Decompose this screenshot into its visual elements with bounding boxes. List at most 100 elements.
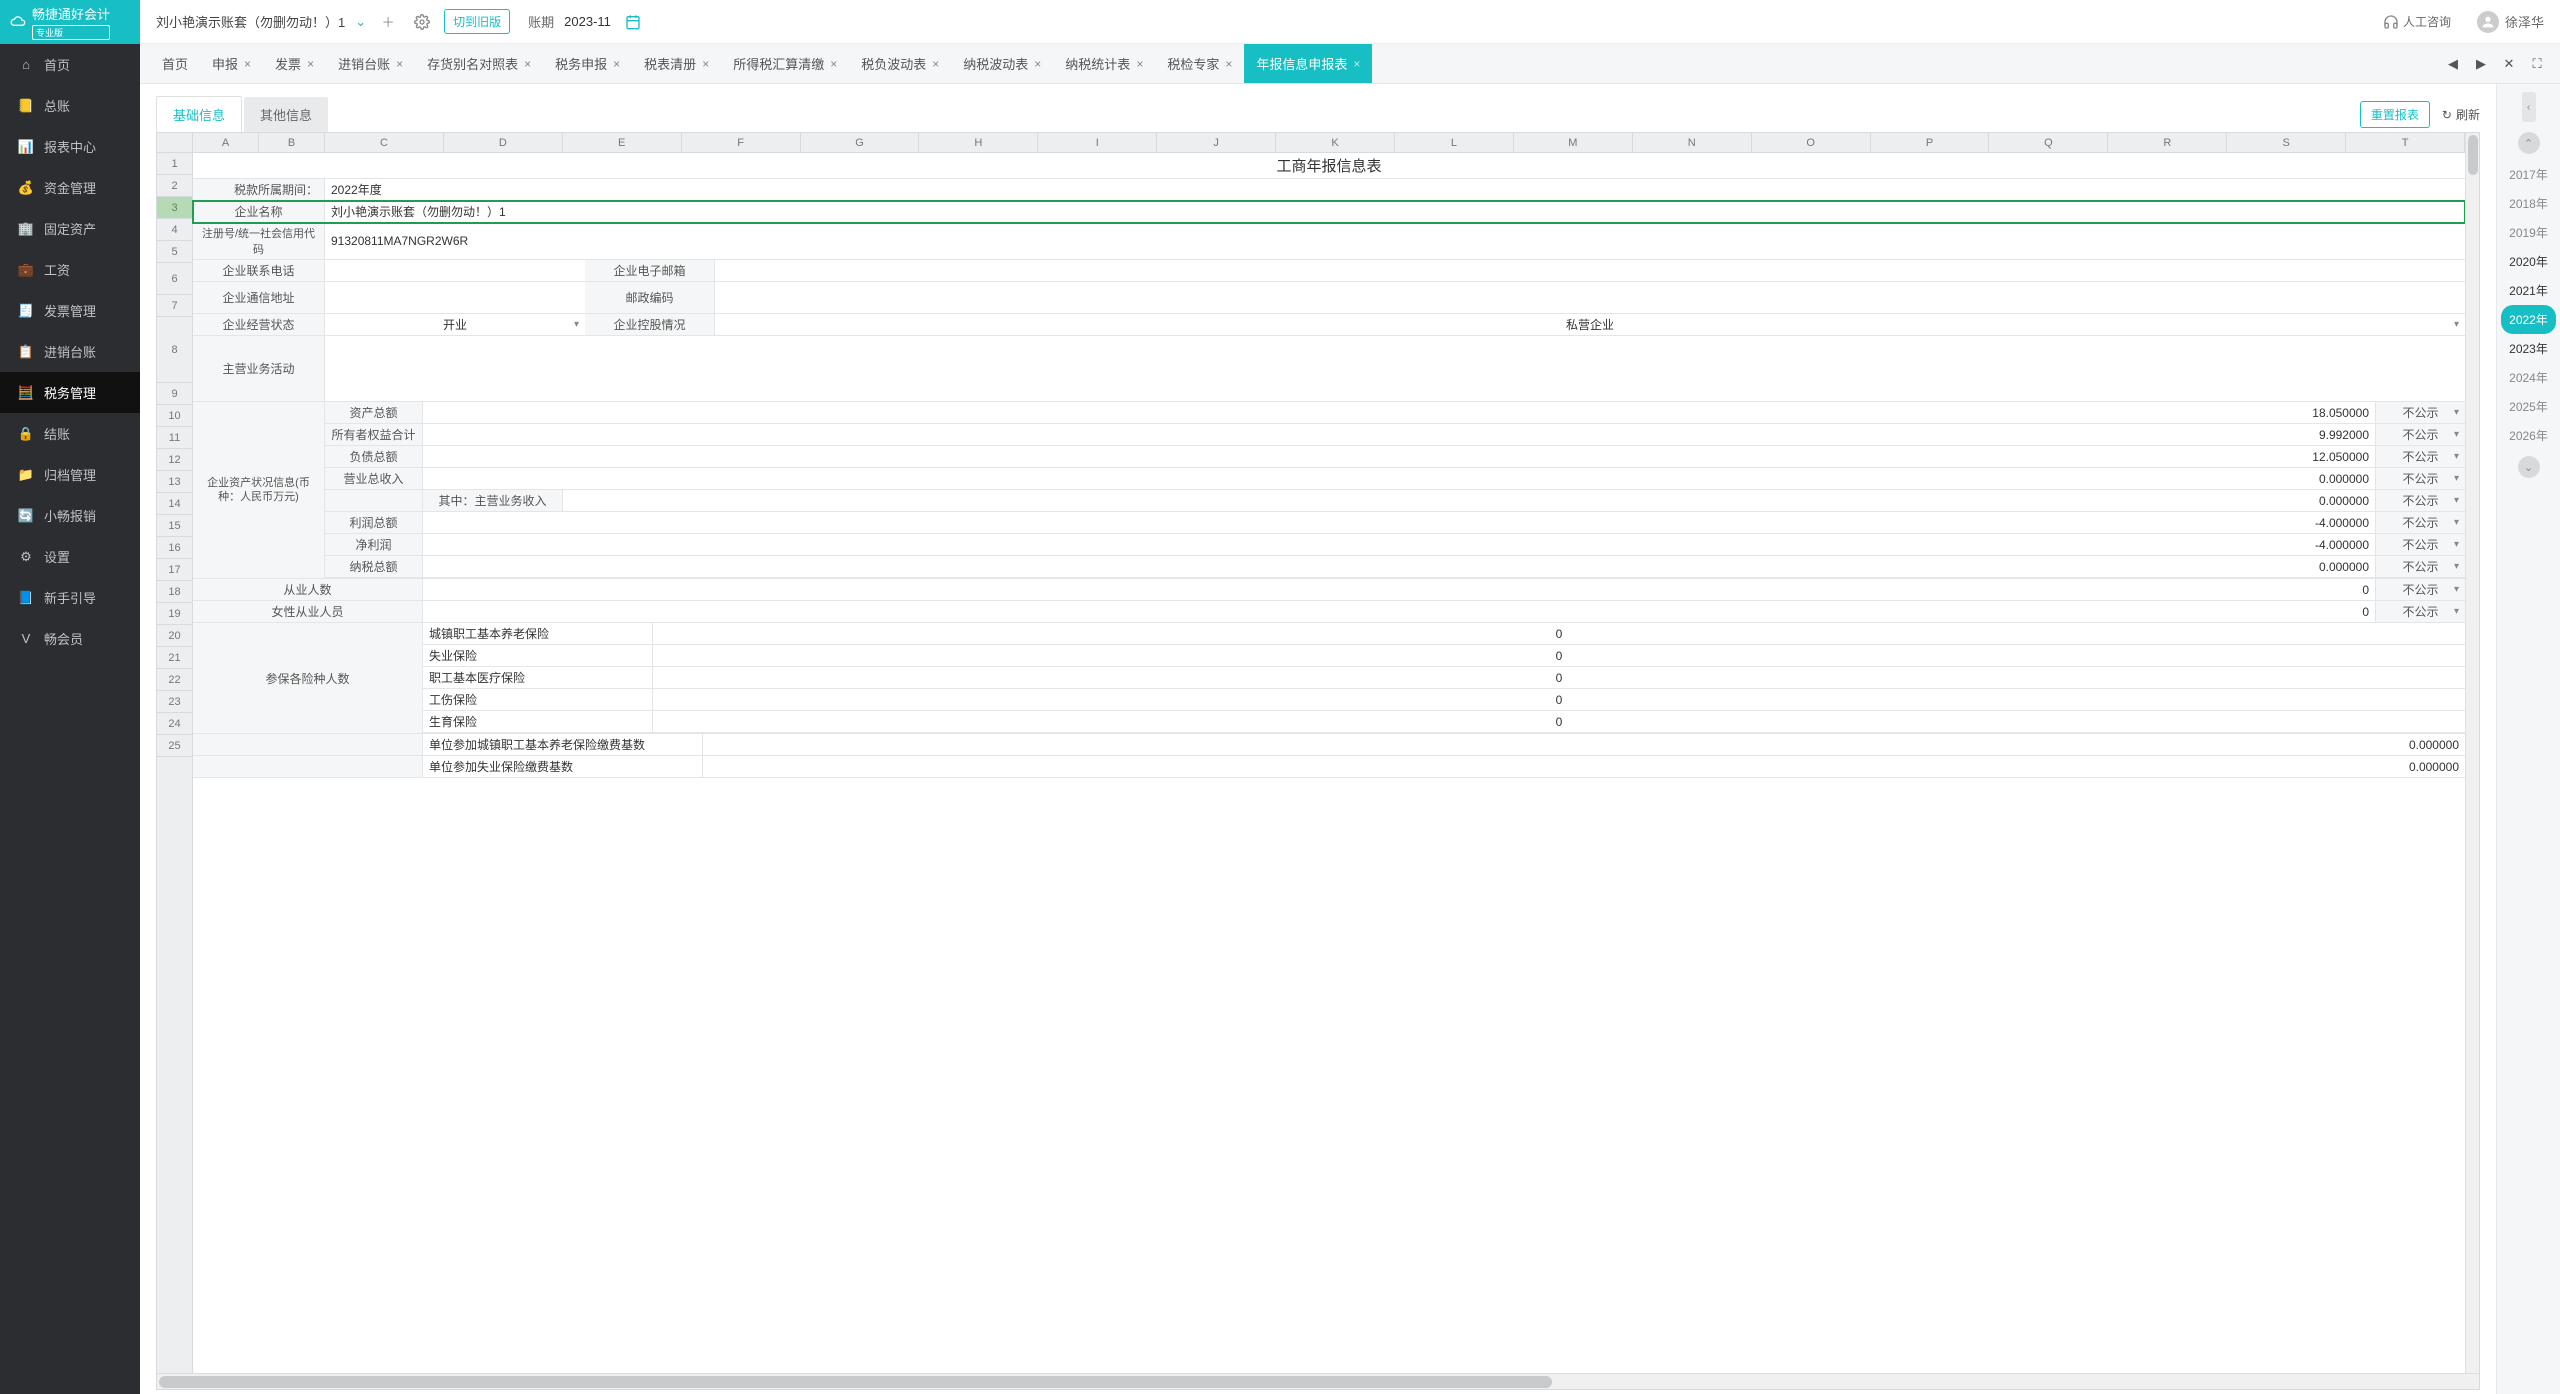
- calendar-icon[interactable]: [621, 10, 645, 34]
- sidebar-item-11[interactable]: 🔄小畅报销: [0, 495, 140, 536]
- sidebar-item-4[interactable]: 🏢固定资产: [0, 208, 140, 249]
- sidebar-item-3[interactable]: 💰资金管理: [0, 167, 140, 208]
- tab-close-all-icon[interactable]: ✕: [2496, 51, 2522, 77]
- close-icon[interactable]: ×: [1353, 57, 1360, 71]
- year-2024年[interactable]: 2024年: [2501, 363, 2556, 392]
- close-icon[interactable]: ×: [1034, 57, 1041, 71]
- sidebar-item-6[interactable]: 🧾发票管理: [0, 290, 140, 331]
- row-headers: 1234567891011121314151617181920212223242…: [157, 153, 193, 1373]
- sidebar-item-8[interactable]: 🧮税务管理: [0, 372, 140, 413]
- tab-10[interactable]: 纳税统计表×: [1053, 44, 1155, 83]
- tab-prev-icon[interactable]: ◀: [2440, 51, 2466, 77]
- nav-icon: 💰: [18, 180, 34, 196]
- chevron-down-icon[interactable]: ⌄: [355, 14, 366, 30]
- close-icon[interactable]: ×: [1136, 57, 1143, 71]
- tab-11[interactable]: 税检专家×: [1155, 44, 1244, 83]
- horizontal-scrollbar[interactable]: [157, 1373, 2479, 1389]
- account-selector[interactable]: 刘小艳演示账套（勿删勿动！）1: [156, 12, 345, 31]
- close-icon[interactable]: ×: [244, 57, 251, 71]
- year-2019年[interactable]: 2019年: [2501, 218, 2556, 247]
- tab-3[interactable]: 进销台账×: [326, 44, 415, 83]
- year-2026年[interactable]: 2026年: [2501, 421, 2556, 450]
- sidebar-item-10[interactable]: 📁归档管理: [0, 454, 140, 495]
- year-2025年[interactable]: 2025年: [2501, 392, 2556, 421]
- year-2021年[interactable]: 2021年: [2501, 276, 2556, 305]
- tab-8[interactable]: 税负波动表×: [849, 44, 951, 83]
- collapse-panel-icon[interactable]: ‹: [2522, 92, 2536, 122]
- year-down-icon[interactable]: ⌄: [2518, 456, 2540, 478]
- tab-strip: 首页申报×发票×进销台账×存货别名对照表×税务申报×税表清册×所得税汇算清缴×税…: [140, 44, 2560, 84]
- sidebar-item-14[interactable]: V畅会员: [0, 618, 140, 659]
- brand-logo: 畅捷通好会计 专业版: [0, 0, 140, 44]
- company-name-cell[interactable]: 刘小艳演示账套（勿删勿动！）1: [325, 201, 2465, 222]
- tab-1[interactable]: 申报×: [200, 44, 263, 83]
- brand-edition: 专业版: [32, 25, 110, 40]
- year-up-icon[interactable]: ⌃: [2518, 132, 2540, 154]
- add-icon[interactable]: ＋: [376, 10, 400, 34]
- close-icon[interactable]: ×: [702, 57, 709, 71]
- sidebar: 畅捷通好会计 专业版 ⌂首页📒总账📊报表中心💰资金管理🏢固定资产💼工资🧾发票管理…: [0, 0, 140, 1394]
- tab-4[interactable]: 存货别名对照表×: [415, 44, 543, 83]
- year-2018年[interactable]: 2018年: [2501, 189, 2556, 218]
- tab-0[interactable]: 首页: [150, 44, 200, 83]
- sidebar-item-0[interactable]: ⌂首页: [0, 44, 140, 85]
- reset-report-button[interactable]: 重置报表: [2360, 101, 2430, 128]
- nav-icon: 💼: [18, 262, 34, 278]
- subtab-other-info[interactable]: 其他信息: [244, 97, 328, 132]
- nav-icon: 🔄: [18, 508, 34, 524]
- column-headers: A B CDEFGHIJKLMNOPQRST: [157, 133, 2465, 153]
- close-icon[interactable]: ×: [613, 57, 620, 71]
- vertical-scrollbar[interactable]: [2465, 133, 2479, 1373]
- sidebar-item-12[interactable]: ⚙设置: [0, 536, 140, 577]
- brand-name: 畅捷通好会计: [32, 4, 110, 23]
- grid-body[interactable]: 工商年报信息表税款所属期间：2022年度企业名称刘小艳演示账套（勿删勿动！）1注…: [193, 153, 2465, 1373]
- nav-icon: 🧾: [18, 303, 34, 319]
- tab-12[interactable]: 年报信息申报表×: [1244, 44, 1372, 83]
- sidebar-item-9[interactable]: 🔒结账: [0, 413, 140, 454]
- year-2023年[interactable]: 2023年: [2501, 334, 2556, 363]
- sidebar-item-13[interactable]: 📘新手引导: [0, 577, 140, 618]
- close-icon[interactable]: ×: [307, 57, 314, 71]
- year-panel: ‹ ⌃ 2017年2018年2019年2020年2021年2022年2023年2…: [2496, 84, 2560, 1394]
- nav-icon: ⚙: [18, 549, 34, 565]
- nav-icon: 🏢: [18, 221, 34, 237]
- avatar-icon: [2477, 11, 2499, 33]
- close-icon[interactable]: ×: [1225, 57, 1232, 71]
- nav-icon: ⌂: [18, 57, 34, 73]
- switch-old-button[interactable]: 切到旧版: [444, 9, 510, 34]
- period-value[interactable]: 2023-11: [564, 14, 611, 29]
- cloud-icon: [10, 14, 26, 30]
- sidebar-item-7[interactable]: 📋进销台账: [0, 331, 140, 372]
- user-menu[interactable]: 徐泽华: [2477, 11, 2544, 33]
- tab-5[interactable]: 税务申报×: [543, 44, 632, 83]
- gear-icon[interactable]: [410, 10, 434, 34]
- tab-9[interactable]: 纳税波动表×: [951, 44, 1053, 83]
- tab-7[interactable]: 所得税汇算清缴×: [721, 44, 849, 83]
- tab-6[interactable]: 税表清册×: [632, 44, 721, 83]
- close-icon[interactable]: ×: [396, 57, 403, 71]
- sidebar-item-5[interactable]: 💼工资: [0, 249, 140, 290]
- tab-2[interactable]: 发票×: [263, 44, 326, 83]
- tab-next-icon[interactable]: ▶: [2468, 51, 2494, 77]
- nav-icon: 📁: [18, 467, 34, 483]
- nav-icon: 🔒: [18, 426, 34, 442]
- sidebar-item-1[interactable]: 📒总账: [0, 85, 140, 126]
- close-icon[interactable]: ×: [932, 57, 939, 71]
- user-name: 徐泽华: [2505, 12, 2544, 31]
- year-2022年[interactable]: 2022年: [2501, 305, 2556, 334]
- topbar: 刘小艳演示账套（勿删勿动！）1 ⌄ ＋ 切到旧版 账期 2023-11 人工咨询…: [140, 0, 2560, 44]
- period-label: 账期: [528, 12, 554, 31]
- close-icon[interactable]: ×: [830, 57, 837, 71]
- close-icon[interactable]: ×: [524, 57, 531, 71]
- fullscreen-icon[interactable]: ⛶: [2524, 51, 2550, 77]
- nav-icon: 📋: [18, 344, 34, 360]
- subtab-basic-info[interactable]: 基础信息: [156, 96, 242, 133]
- refresh-button[interactable]: ↻ 刷新: [2442, 106, 2480, 123]
- nav-icon: V: [18, 631, 34, 647]
- year-2017年[interactable]: 2017年: [2501, 160, 2556, 189]
- nav-icon: 📒: [18, 98, 34, 114]
- nav-icon: 📊: [18, 139, 34, 155]
- year-2020年[interactable]: 2020年: [2501, 247, 2556, 276]
- support-link[interactable]: 人工咨询: [2383, 13, 2451, 30]
- sidebar-item-2[interactable]: 📊报表中心: [0, 126, 140, 167]
